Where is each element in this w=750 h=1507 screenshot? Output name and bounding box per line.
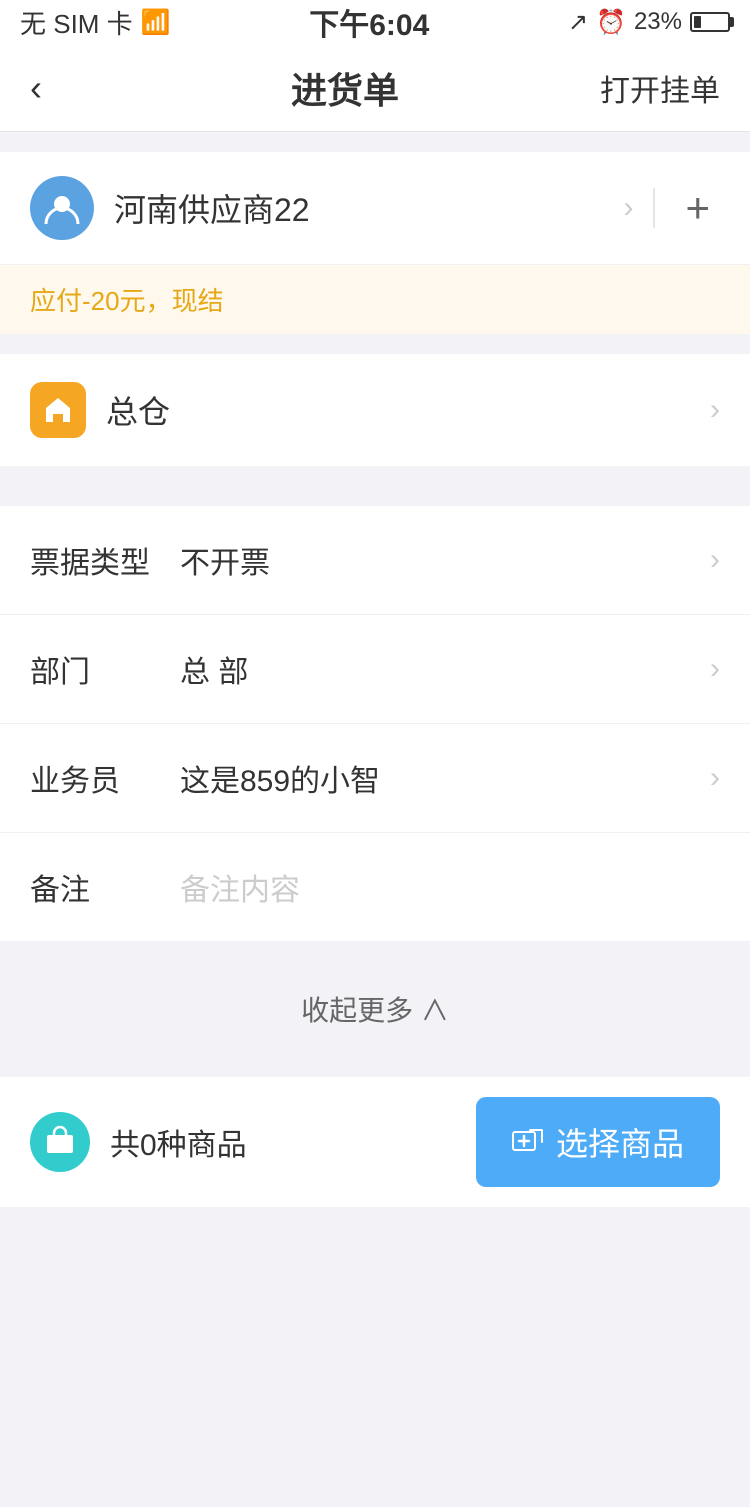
salesperson-row[interactable]: 业务员 这是859的小智 › bbox=[0, 724, 750, 833]
collapse-label: 收起更多 ∧ bbox=[301, 989, 449, 1029]
supplier-avatar bbox=[30, 176, 94, 240]
remark-label: 备注 bbox=[30, 865, 160, 909]
department-label: 部门 bbox=[30, 647, 160, 691]
salesperson-label: 业务员 bbox=[30, 756, 160, 800]
section-gap-2 bbox=[0, 334, 750, 354]
section-gap-1 bbox=[0, 132, 750, 152]
supplier-chevron-icon: › bbox=[623, 191, 633, 225]
invoice-type-value: 不开票 bbox=[160, 538, 710, 582]
battery-icon bbox=[690, 12, 730, 32]
invoice-type-label: 票据类型 bbox=[30, 538, 160, 582]
warehouse-icon bbox=[30, 382, 86, 438]
notice-text: 应付-20元，现结 bbox=[30, 286, 224, 316]
salesperson-chevron-icon: › bbox=[710, 761, 720, 795]
nav-bar: ‹ 进货单 打开挂单 bbox=[0, 44, 750, 132]
collapse-bar[interactable]: 收起更多 ∧ bbox=[0, 961, 750, 1057]
product-icon bbox=[30, 1112, 90, 1172]
supplier-name: 河南供应商22 bbox=[114, 185, 623, 231]
status-left: 无 SIM 卡 📶 bbox=[20, 4, 171, 41]
open-pending-button[interactable]: 打开挂单 bbox=[600, 66, 720, 110]
remark-input[interactable]: 备注内容 bbox=[160, 865, 720, 909]
warehouse-name: 总仓 bbox=[106, 387, 710, 433]
supplier-row[interactable]: 河南供应商22 › + bbox=[0, 152, 750, 265]
select-product-label: 选择商品 bbox=[556, 1119, 684, 1165]
department-chevron-icon: › bbox=[710, 652, 720, 686]
status-bar: 无 SIM 卡 📶 下午6:04 ↗ ⏰ 23% bbox=[0, 0, 750, 44]
carrier-text: 无 SIM 卡 bbox=[20, 4, 133, 41]
status-time: 下午6:04 bbox=[309, 0, 429, 44]
product-bar: 共0种商品 选择商品 bbox=[0, 1077, 750, 1207]
location-icon: ↗ bbox=[568, 8, 588, 37]
wifi-icon: 📶 bbox=[141, 8, 171, 37]
invoice-type-chevron-icon: › bbox=[710, 543, 720, 577]
back-button[interactable]: ‹ bbox=[30, 67, 90, 109]
supplier-card: 河南供应商22 › + 应付-20元，现结 bbox=[0, 152, 750, 334]
add-supplier-button[interactable]: + bbox=[675, 184, 720, 232]
product-count: 共0种商品 bbox=[110, 1120, 476, 1164]
page-title: 进货单 bbox=[291, 62, 399, 114]
department-row[interactable]: 部门 总 部 › bbox=[0, 615, 750, 724]
warehouse-chevron-icon: › bbox=[710, 393, 720, 427]
battery-percent: 23% bbox=[634, 8, 682, 36]
remark-row[interactable]: 备注 备注内容 bbox=[0, 833, 750, 941]
gray-area bbox=[0, 1207, 750, 1507]
select-product-button[interactable]: 选择商品 bbox=[476, 1097, 720, 1187]
notice-bar: 应付-20元，现结 bbox=[0, 265, 750, 334]
status-right: ↗ ⏰ 23% bbox=[568, 8, 730, 37]
section-gap-3 bbox=[0, 466, 750, 486]
supplier-divider bbox=[653, 188, 655, 228]
department-value: 总 部 bbox=[160, 647, 710, 691]
form-section: 票据类型 不开票 › 部门 总 部 › 业务员 这是859的小智 › 备注 备注… bbox=[0, 506, 750, 941]
salesperson-value: 这是859的小智 bbox=[160, 756, 710, 800]
invoice-type-row[interactable]: 票据类型 不开票 › bbox=[0, 506, 750, 615]
warehouse-row[interactable]: 总仓 › bbox=[0, 354, 750, 466]
alarm-icon: ⏰ bbox=[596, 8, 626, 37]
